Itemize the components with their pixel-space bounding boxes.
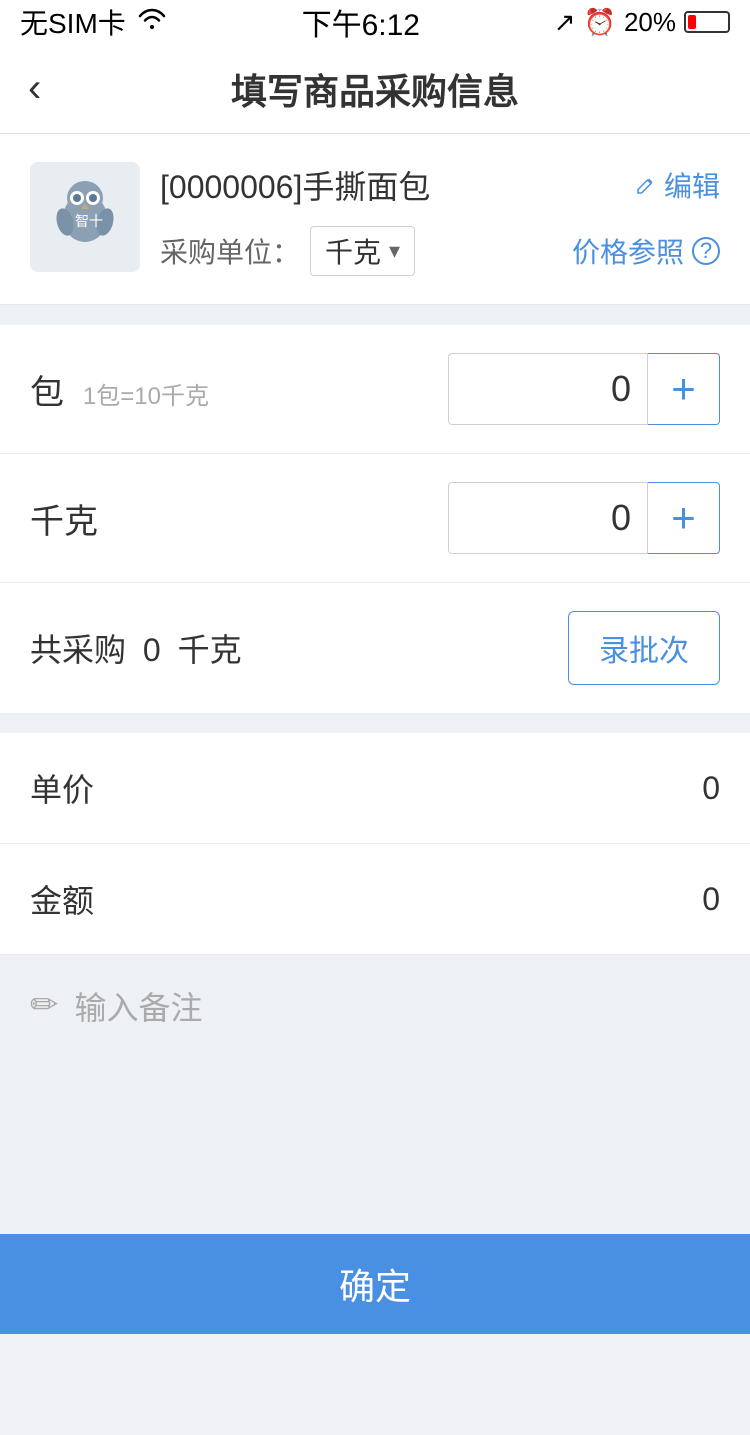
product-thumbnail: 智十 [45,176,125,258]
section-divider-2 [0,713,750,733]
status-time: 下午6:12 [302,0,420,44]
summary-text: 共采购 0 千克 [30,625,242,671]
kg-controls: + [448,482,720,554]
page-title: 填写商品采购信息 [231,63,519,115]
unit-value: 千克 [325,231,381,271]
amount-label: 金额 [30,876,94,922]
chevron-down-icon: ▾ [389,238,400,264]
unit-select[interactable]: 千克 ▾ [310,226,415,276]
summary-prefix: 共采购 [30,632,126,668]
summary-suffix: 千克 [178,632,242,668]
bag-input-row: 包 1包=10千克 + [0,325,750,454]
status-bar-right: ↗ ⏰ 20% [554,7,730,38]
product-card: 智十 [0000006]手撕面包 编辑 采购单位： 千克 ▾ [0,134,750,305]
back-button[interactable]: ‹ [28,66,41,111]
help-icon: ? [692,237,720,265]
product-name: [0000006]手撕面包 [160,162,430,208]
amount-value: 0 [702,881,720,918]
svg-text:智十: 智十 [75,213,103,229]
bag-label-group: 包 1包=10千克 [30,365,448,414]
confirm-button[interactable]: 确定 [0,1234,750,1334]
alarm-icon: ⏰ [584,7,616,38]
unit-label: 采购单位： [160,231,300,271]
bottom-spacer [0,1335,750,1435]
price-reference-button[interactable]: 价格参照 ? [572,231,720,271]
edit-button[interactable]: 编辑 [634,165,720,205]
amount-row: 金额 0 [0,844,750,955]
pencil-icon: ✏ [30,985,59,1025]
kg-label: 千克 [30,503,98,541]
bag-controls: + [448,353,720,425]
section-divider-1 [0,305,750,325]
summary-value: 0 [143,632,161,668]
kg-plus-button[interactable]: + [648,482,720,554]
price-section: 单价 0 金额 0 [0,733,750,955]
bag-sub-label: 1包=10千克 [83,383,209,410]
notes-placeholder: 输入备注 [75,983,203,1029]
kg-input[interactable] [448,482,648,554]
bag-input[interactable] [448,353,648,425]
price-ref-label: 价格参照 [572,231,684,271]
nav-header: ‹ 填写商品采购信息 [0,44,750,134]
summary-row: 共采购 0 千克 录批次 [0,583,750,713]
bag-label: 包 [30,374,64,412]
input-section: 包 1包=10千克 + 千克 + [0,325,750,583]
product-name-row: [0000006]手撕面包 编辑 [160,162,720,208]
status-bar: 无SIM卡 下午6:12 ↗ ⏰ 20% [0,0,750,44]
battery-icon [684,11,730,33]
product-info: [0000006]手撕面包 编辑 采购单位： 千克 ▾ 价格参照 ? [160,162,720,276]
unit-price-row: 单价 0 [0,733,750,844]
wifi-icon [136,6,168,38]
location-icon: ↗ [554,7,576,38]
unit-price-value: 0 [702,770,720,807]
status-bar-left: 无SIM卡 [20,2,168,42]
kg-input-row: 千克 + [0,454,750,583]
unit-price-label: 单价 [30,765,94,811]
battery-percent: 20% [624,7,676,38]
kg-label-group: 千克 [30,494,448,543]
product-image: 智十 [30,162,140,272]
bag-plus-button[interactable]: + [648,353,720,425]
carrier-label: 无SIM卡 [20,2,126,42]
product-unit-row: 采购单位： 千克 ▾ 价格参照 ? [160,226,720,276]
record-batch-button[interactable]: 录批次 [568,611,720,685]
confirm-label: 确定 [339,1258,411,1310]
